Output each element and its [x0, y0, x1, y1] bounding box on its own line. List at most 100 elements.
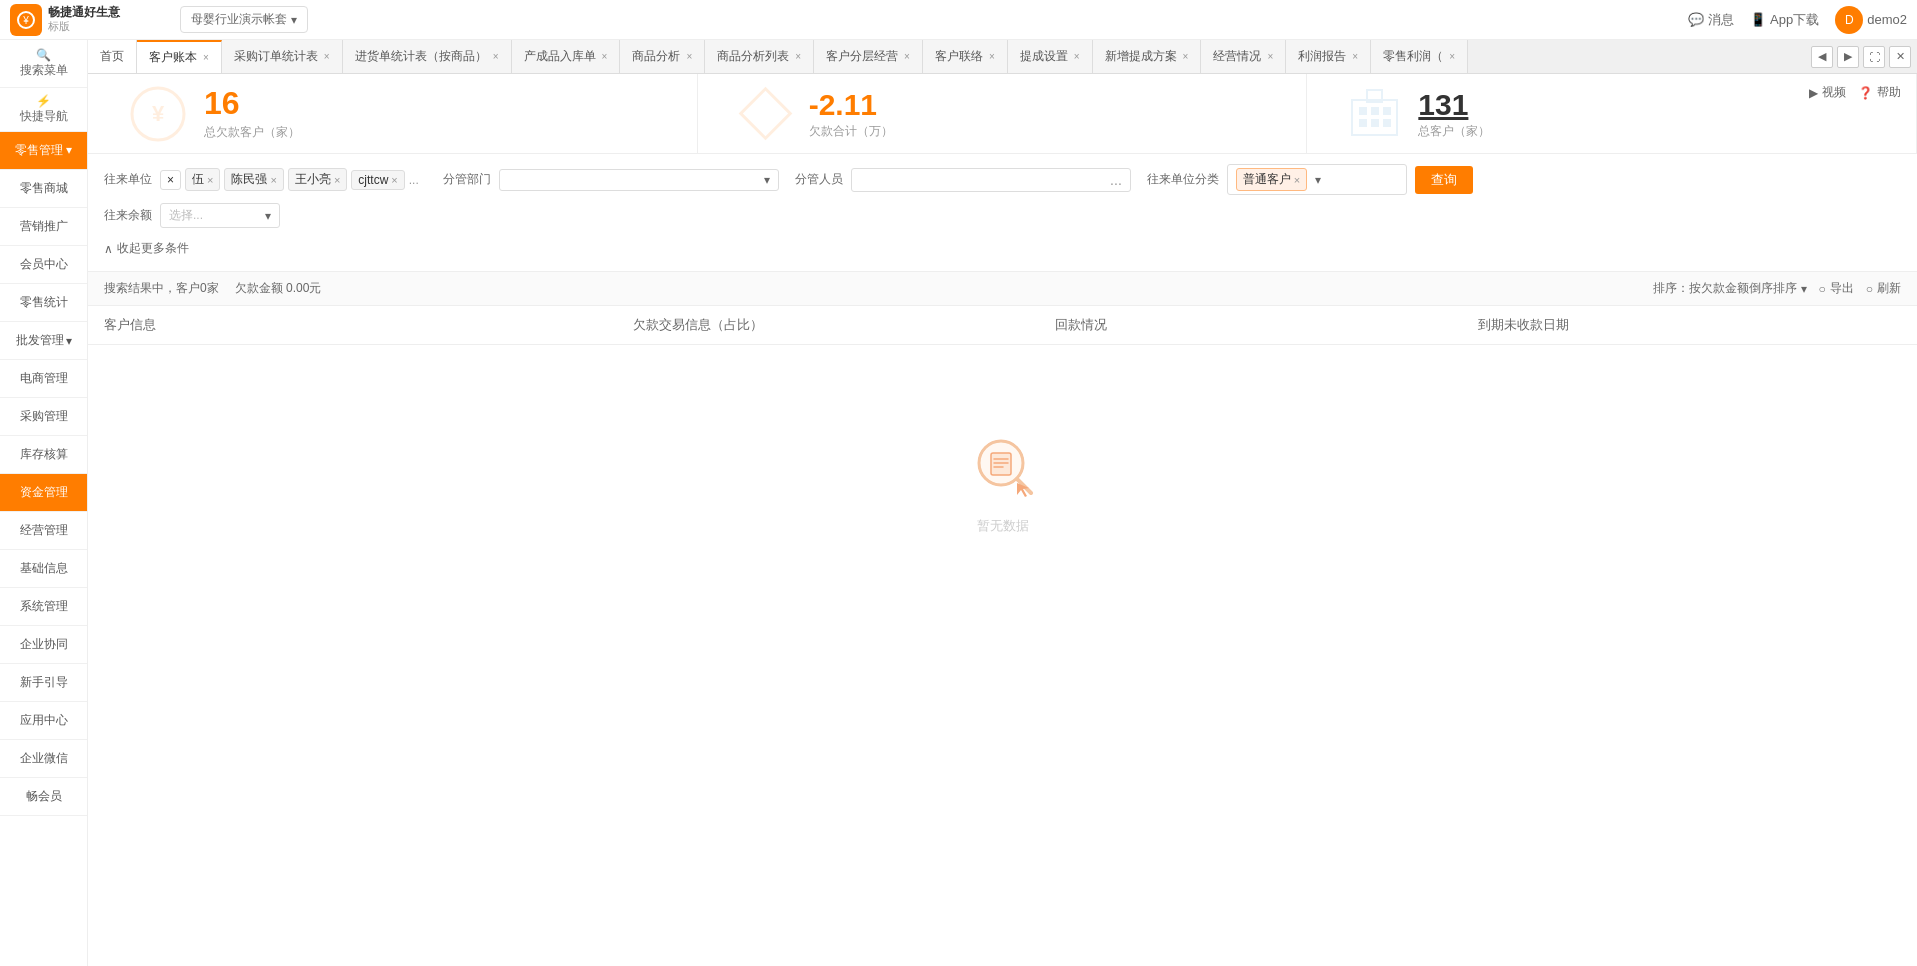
sidebar-item-wholesale-mgmt[interactable]: 批发管理▾ — [0, 322, 87, 360]
svg-rect-7 — [1371, 107, 1379, 115]
tab-new-promo[interactable]: 新增提成方案 × — [1093, 40, 1202, 74]
unit-type-tag-close[interactable]: × — [1294, 174, 1300, 186]
tab-close-customer-contact[interactable]: × — [989, 51, 995, 62]
refresh-icon: ○ — [1866, 282, 1873, 296]
unit-filter-label: 往来单位 — [104, 171, 152, 188]
tab-close-all-btn[interactable]: ✕ — [1889, 46, 1911, 68]
tab-customer-contact[interactable]: 客户联络 × — [923, 40, 1008, 74]
sort-chevron-icon: ▾ — [1801, 282, 1807, 296]
sidebar-item-retail-mall[interactable]: 零售商城 — [0, 170, 87, 208]
sort-select[interactable]: 排序：按欠款金额倒序排序 ▾ — [1653, 280, 1807, 297]
tab-close-product-in[interactable]: × — [602, 51, 608, 62]
sidebar-search[interactable]: 🔍 搜索菜单 — [0, 40, 87, 88]
unit-tags-more[interactable]: ... — [409, 173, 419, 187]
tab-promotion-settings[interactable]: 提成设置 × — [1008, 40, 1093, 74]
tab-customer-segment[interactable]: 客户分层经营 × — [814, 40, 923, 74]
person-select[interactable]: ... — [851, 168, 1131, 192]
person-dots[interactable]: ... — [1110, 172, 1122, 188]
app-download-btn[interactable]: 📱 App下载 — [1750, 11, 1819, 29]
tab-retail-profit[interactable]: 零售利润（ × — [1371, 40, 1468, 74]
stat-icon-circle: ¥ — [128, 84, 188, 144]
sidebar-item-capital-mgmt[interactable]: 资金管理 — [0, 474, 87, 512]
message-icon: 💬 — [1688, 12, 1704, 27]
unit-tag-wu-close[interactable]: × — [207, 174, 213, 186]
user-profile[interactable]: D demo2 — [1835, 6, 1907, 34]
workspace-selector[interactable]: 母婴行业演示帐套 ▾ — [180, 6, 308, 33]
tab-close-customer-account[interactable]: × — [203, 52, 209, 63]
tab-operations[interactable]: 经营情况 × — [1201, 40, 1286, 74]
tab-close-new-promo[interactable]: × — [1183, 51, 1189, 62]
tab-profit-report[interactable]: 利润报告 × — [1286, 40, 1371, 74]
balance-filter-label: 往来余额 — [104, 207, 152, 224]
tab-scroll-right-btn[interactable]: ▶ — [1837, 46, 1859, 68]
result-bar-right: 排序：按欠款金额倒序排序 ▾ ○ 导出 ○ 刷新 — [1653, 280, 1902, 297]
sidebar-item-inventory[interactable]: 库存核算 — [0, 436, 87, 474]
tab-home[interactable]: 首页 — [88, 40, 137, 74]
tab-product-in[interactable]: 产成品入库单 × — [512, 40, 621, 74]
sidebar-item-app-center[interactable]: 应用中心 — [0, 702, 87, 740]
tab-close-operations[interactable]: × — [1267, 51, 1273, 62]
tab-close-customer-segment[interactable]: × — [904, 51, 910, 62]
empty-state: 暂无数据 — [88, 345, 1917, 615]
tab-close-goods-analysis[interactable]: × — [686, 51, 692, 62]
query-btn[interactable]: 查询 — [1415, 166, 1473, 194]
export-btn[interactable]: ○ 导出 — [1819, 280, 1854, 297]
collapse-btn[interactable]: ∧ 收起更多条件 — [104, 240, 1901, 257]
dept-select[interactable]: ▾ — [499, 169, 779, 191]
sidebar-item-operations-mgmt[interactable]: 经营管理 — [0, 512, 87, 550]
sidebar-item-retail-stats[interactable]: 零售统计 — [0, 284, 87, 322]
svg-rect-5 — [1352, 100, 1397, 135]
unit-tag-chen-close[interactable]: × — [270, 174, 276, 186]
tab-fullscreen-btn[interactable]: ⛶ — [1863, 46, 1885, 68]
unit-tags: × 伍 × 陈民强 × 王小亮 × — [160, 168, 419, 191]
sidebar-item-member-center[interactable]: 会员中心 — [0, 246, 87, 284]
sidebar-item-basic-info[interactable]: 基础信息 — [0, 550, 87, 588]
table-area: 客户信息 欠款交易信息（占比） 回款情况 到期未收款日期 — [88, 306, 1917, 966]
search-result-text: 搜索结果中，客户0家 — [104, 280, 219, 297]
tab-close-goods-stats[interactable]: × — [493, 51, 499, 62]
svg-rect-11 — [1383, 119, 1391, 127]
tab-goods-analysis-list[interactable]: 商品分析列表 × — [705, 40, 814, 74]
mobile-icon: 📱 — [1750, 12, 1766, 27]
svg-rect-8 — [1383, 107, 1391, 115]
sidebar-item-retail-mgmt[interactable]: 零售管理 ▾ — [0, 132, 87, 170]
stat-debt-label: 欠款合计（万） — [809, 123, 893, 140]
logo-sub: 标版 — [48, 19, 120, 34]
filter-row-2: 往来余额 选择... ▾ — [104, 203, 1901, 228]
balance-select[interactable]: 选择... ▾ — [160, 203, 280, 228]
sidebar-quick-nav[interactable]: ⚡ 快捷导航 — [0, 88, 87, 132]
sidebar-item-new-guide[interactable]: 新手引导 — [0, 664, 87, 702]
filter-row-1: 往来单位 × 伍 × 陈民强 × — [104, 164, 1901, 195]
tab-customer-account[interactable]: 客户账本 × — [137, 40, 222, 74]
sidebar-item-ecommerce[interactable]: 电商管理 — [0, 360, 87, 398]
tab-scroll-left-btn[interactable]: ◀ — [1811, 46, 1833, 68]
refresh-btn[interactable]: ○ 刷新 — [1866, 280, 1901, 297]
sidebar-item-marketing[interactable]: 营销推广 — [0, 208, 87, 246]
unit-tag-wu: 伍 × — [185, 168, 220, 191]
tab-goods-stats[interactable]: 进货单统计表（按商品） × — [343, 40, 512, 74]
col-header-repay: 回款情况 — [1055, 316, 1478, 334]
unit-type-select[interactable]: 普通客户 × ▾ — [1227, 164, 1407, 195]
unit-tag-cjttcw-close[interactable]: × — [391, 174, 397, 186]
sidebar-item-enterprise-wechat[interactable]: 企业微信 — [0, 740, 87, 778]
content-area: 首页 客户账本 × 采购订单统计表 × 进货单统计表（按商品） × 产成品入库单… — [88, 40, 1917, 966]
tab-close-purchase-order[interactable]: × — [324, 51, 330, 62]
tab-close-promotion-settings[interactable]: × — [1074, 51, 1080, 62]
tab-goods-analysis[interactable]: 商品分析 × — [620, 40, 705, 74]
stat-icon-building — [1347, 85, 1402, 143]
sidebar-item-system-mgmt[interactable]: 系统管理 — [0, 588, 87, 626]
message-btn[interactable]: 💬 消息 — [1688, 11, 1734, 29]
col-header-debt: 欠款交易信息（占比） — [633, 316, 1056, 334]
tab-close-retail-profit[interactable]: × — [1449, 51, 1455, 62]
tab-bar-actions: ◀ ▶ ⛶ ✕ — [1805, 46, 1917, 68]
chevron-up-icon: ∧ — [104, 242, 113, 256]
sidebar-item-enterprise-collab[interactable]: 企业协同 — [0, 626, 87, 664]
help-btn[interactable]: ❓ 帮助 — [1858, 84, 1901, 101]
sidebar-item-member-vip[interactable]: 畅会员 — [0, 778, 87, 816]
tab-close-profit-report[interactable]: × — [1352, 51, 1358, 62]
video-btn[interactable]: ▶ 视频 — [1809, 84, 1846, 101]
sidebar-item-purchase-mgmt[interactable]: 采购管理 — [0, 398, 87, 436]
tab-close-goods-analysis-list[interactable]: × — [795, 51, 801, 62]
unit-tag-wang-close[interactable]: × — [334, 174, 340, 186]
tab-purchase-order[interactable]: 采购订单统计表 × — [222, 40, 343, 74]
